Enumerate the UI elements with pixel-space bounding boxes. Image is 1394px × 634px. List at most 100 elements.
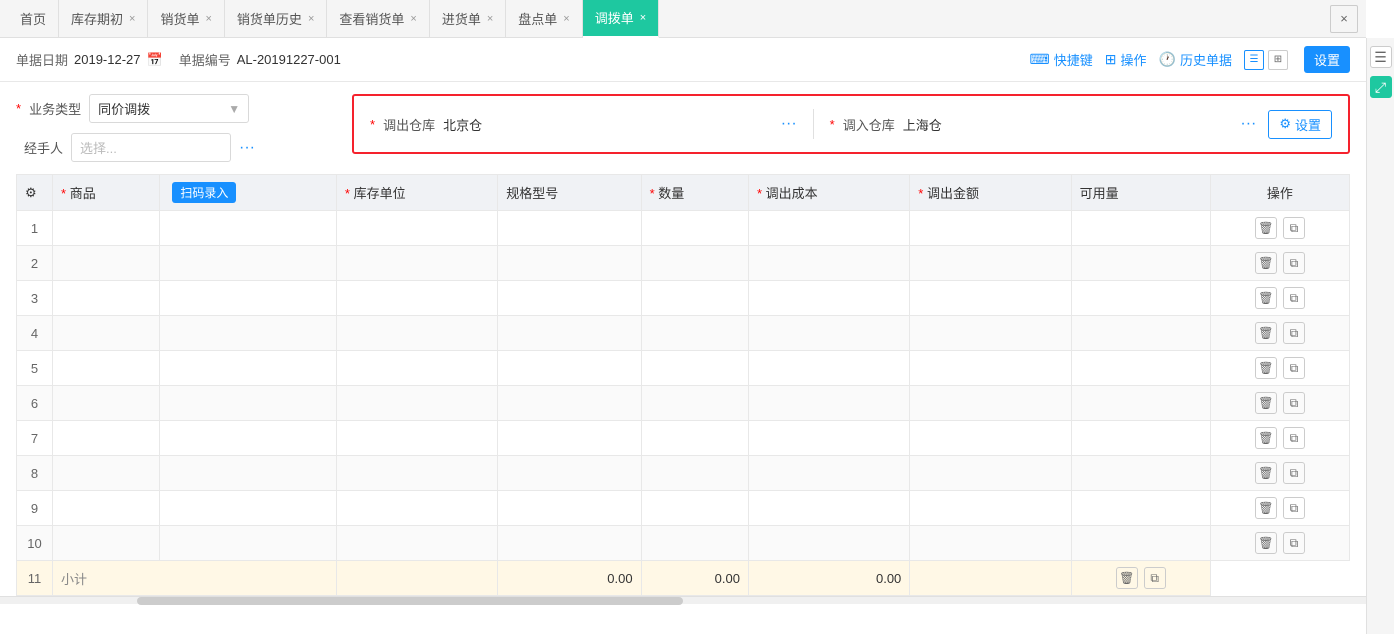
handler-more-icon[interactable]: ··· xyxy=(239,139,255,157)
tab-sales-history[interactable]: 销货单历史 × xyxy=(225,0,327,38)
row-cost-5[interactable] xyxy=(748,351,909,386)
delete-row-4[interactable]: 🗑 xyxy=(1255,322,1277,344)
close-all-tabs-button[interactable]: × xyxy=(1330,5,1358,33)
scan-button[interactable]: 扫码录入 xyxy=(172,182,236,203)
close-tab-stocktake[interactable]: × xyxy=(563,13,569,25)
row-amount-6[interactable] xyxy=(910,386,1071,421)
scrollbar-thumb[interactable] xyxy=(137,597,683,605)
delete-row-2[interactable]: 🗑 xyxy=(1255,252,1277,274)
row-cost-3[interactable] xyxy=(748,281,909,316)
row-product-4[interactable] xyxy=(53,316,160,351)
tab-transfer[interactable]: 调拨单 × xyxy=(583,0,659,38)
close-tab-sales-order[interactable]: × xyxy=(205,13,211,25)
operations-button[interactable]: ⊞ 操作 xyxy=(1105,50,1147,69)
row-product-5[interactable] xyxy=(53,351,160,386)
delete-row-5[interactable]: 🗑 xyxy=(1255,357,1277,379)
row-product-3[interactable] xyxy=(53,281,160,316)
row-product-6[interactable] xyxy=(53,386,160,421)
horizontal-scrollbar[interactable] xyxy=(0,596,1366,604)
close-tab-transfer[interactable]: × xyxy=(640,12,646,24)
row-quantity-9[interactable] xyxy=(641,491,748,526)
row-quantity-7[interactable] xyxy=(641,421,748,456)
row-cost-10[interactable] xyxy=(748,526,909,561)
row-product-7[interactable] xyxy=(53,421,160,456)
copy-row-1[interactable]: ⧉ xyxy=(1283,217,1305,239)
delete-row-10[interactable]: 🗑 xyxy=(1255,532,1277,554)
delete-row-3[interactable]: 🗑 xyxy=(1255,287,1277,309)
delete-row-11[interactable]: 🗑 xyxy=(1116,567,1138,589)
row-cost-1[interactable] xyxy=(748,211,909,246)
row-product-9[interactable] xyxy=(53,491,160,526)
sidebar-list-icon[interactable]: ☰ xyxy=(1370,46,1392,68)
out-warehouse-more-icon[interactable]: ··· xyxy=(781,115,797,133)
row-quantity-5[interactable] xyxy=(641,351,748,386)
row-cost-6[interactable] xyxy=(748,386,909,421)
copy-row-3[interactable]: ⧉ xyxy=(1283,287,1305,309)
row-product-1[interactable] xyxy=(53,211,160,246)
close-tab-inventory-init[interactable]: × xyxy=(129,13,135,25)
copy-row-7[interactable]: ⧉ xyxy=(1283,427,1305,449)
row-cost-4[interactable] xyxy=(748,316,909,351)
row-amount-10[interactable] xyxy=(910,526,1071,561)
close-tab-view-sales[interactable]: × xyxy=(410,13,416,25)
settings-button[interactable]: 设置 xyxy=(1304,46,1350,73)
tab-purchase-order[interactable]: 进货单 × xyxy=(430,0,506,38)
delete-row-9[interactable]: 🗑 xyxy=(1255,497,1277,519)
row-amount-3[interactable] xyxy=(910,281,1071,316)
row-quantity-3[interactable] xyxy=(641,281,748,316)
tab-stocktake[interactable]: 盘点单 × xyxy=(506,0,582,38)
business-type-select[interactable]: 同价调拨 ▼ xyxy=(89,94,249,123)
row-num-8: 8 xyxy=(17,456,53,491)
tab-home[interactable]: 首页 xyxy=(8,0,59,38)
history-button[interactable]: 🕐 历史单据 xyxy=(1159,50,1232,69)
row-cost-9[interactable] xyxy=(748,491,909,526)
row-amount-5[interactable] xyxy=(910,351,1071,386)
row-amount-4[interactable] xyxy=(910,316,1071,351)
row-quantity-10[interactable] xyxy=(641,526,748,561)
delete-row-7[interactable]: 🗑 xyxy=(1255,427,1277,449)
row-cost-2[interactable] xyxy=(748,246,909,281)
delete-row-6[interactable]: 🗑 xyxy=(1255,392,1277,414)
gear-icon[interactable]: ⚙ xyxy=(25,185,37,200)
row-product-2[interactable] xyxy=(53,246,160,281)
copy-row-9[interactable]: ⧉ xyxy=(1283,497,1305,519)
copy-row-10[interactable]: ⧉ xyxy=(1283,532,1305,554)
row-available-10 xyxy=(1071,526,1210,561)
handler-select[interactable]: 选择... xyxy=(71,133,231,162)
in-warehouse-more-icon[interactable]: ··· xyxy=(1240,115,1256,133)
copy-row-6[interactable]: ⧉ xyxy=(1283,392,1305,414)
layout-list-icon[interactable]: ☰ xyxy=(1244,50,1264,70)
out-warehouse-field: * 调出仓库 北京仓 ··· xyxy=(370,115,797,134)
row-product-10[interactable] xyxy=(53,526,160,561)
row-cost-7[interactable] xyxy=(748,421,909,456)
delete-row-8[interactable]: 🗑 xyxy=(1255,462,1277,484)
row-amount-2[interactable] xyxy=(910,246,1071,281)
row-amount-1[interactable] xyxy=(910,211,1071,246)
copy-row-4[interactable]: ⧉ xyxy=(1283,322,1305,344)
sidebar-expand-icon[interactable]: ⤢ xyxy=(1370,76,1392,98)
delete-row-1[interactable]: 🗑 xyxy=(1255,217,1277,239)
copy-row-5[interactable]: ⧉ xyxy=(1283,357,1305,379)
shortcuts-button[interactable]: ⌨ 快捷键 xyxy=(1030,50,1093,69)
layout-grid-icon[interactable]: ⊞ xyxy=(1268,50,1288,70)
row-quantity-1[interactable] xyxy=(641,211,748,246)
row-quantity-2[interactable] xyxy=(641,246,748,281)
calendar-icon[interactable]: 📅 xyxy=(147,52,163,68)
copy-row-11[interactable]: ⧉ xyxy=(1144,567,1166,589)
row-amount-9[interactable] xyxy=(910,491,1071,526)
row-quantity-6[interactable] xyxy=(641,386,748,421)
close-tab-sales-history[interactable]: × xyxy=(308,13,314,25)
copy-row-2[interactable]: ⧉ xyxy=(1283,252,1305,274)
close-tab-purchase-order[interactable]: × xyxy=(487,13,493,25)
row-cost-8[interactable] xyxy=(748,456,909,491)
tab-inventory-init[interactable]: 库存期初 × xyxy=(59,0,148,38)
row-quantity-8[interactable] xyxy=(641,456,748,491)
tab-view-sales[interactable]: 查看销货单 × xyxy=(327,0,429,38)
row-amount-7[interactable] xyxy=(910,421,1071,456)
copy-row-8[interactable]: ⧉ xyxy=(1283,462,1305,484)
warehouse-settings-button[interactable]: ⚙ 设置 xyxy=(1268,110,1332,139)
row-amount-8[interactable] xyxy=(910,456,1071,491)
row-quantity-4[interactable] xyxy=(641,316,748,351)
row-product-8[interactable] xyxy=(53,456,160,491)
tab-sales-order[interactable]: 销货单 × xyxy=(148,0,224,38)
